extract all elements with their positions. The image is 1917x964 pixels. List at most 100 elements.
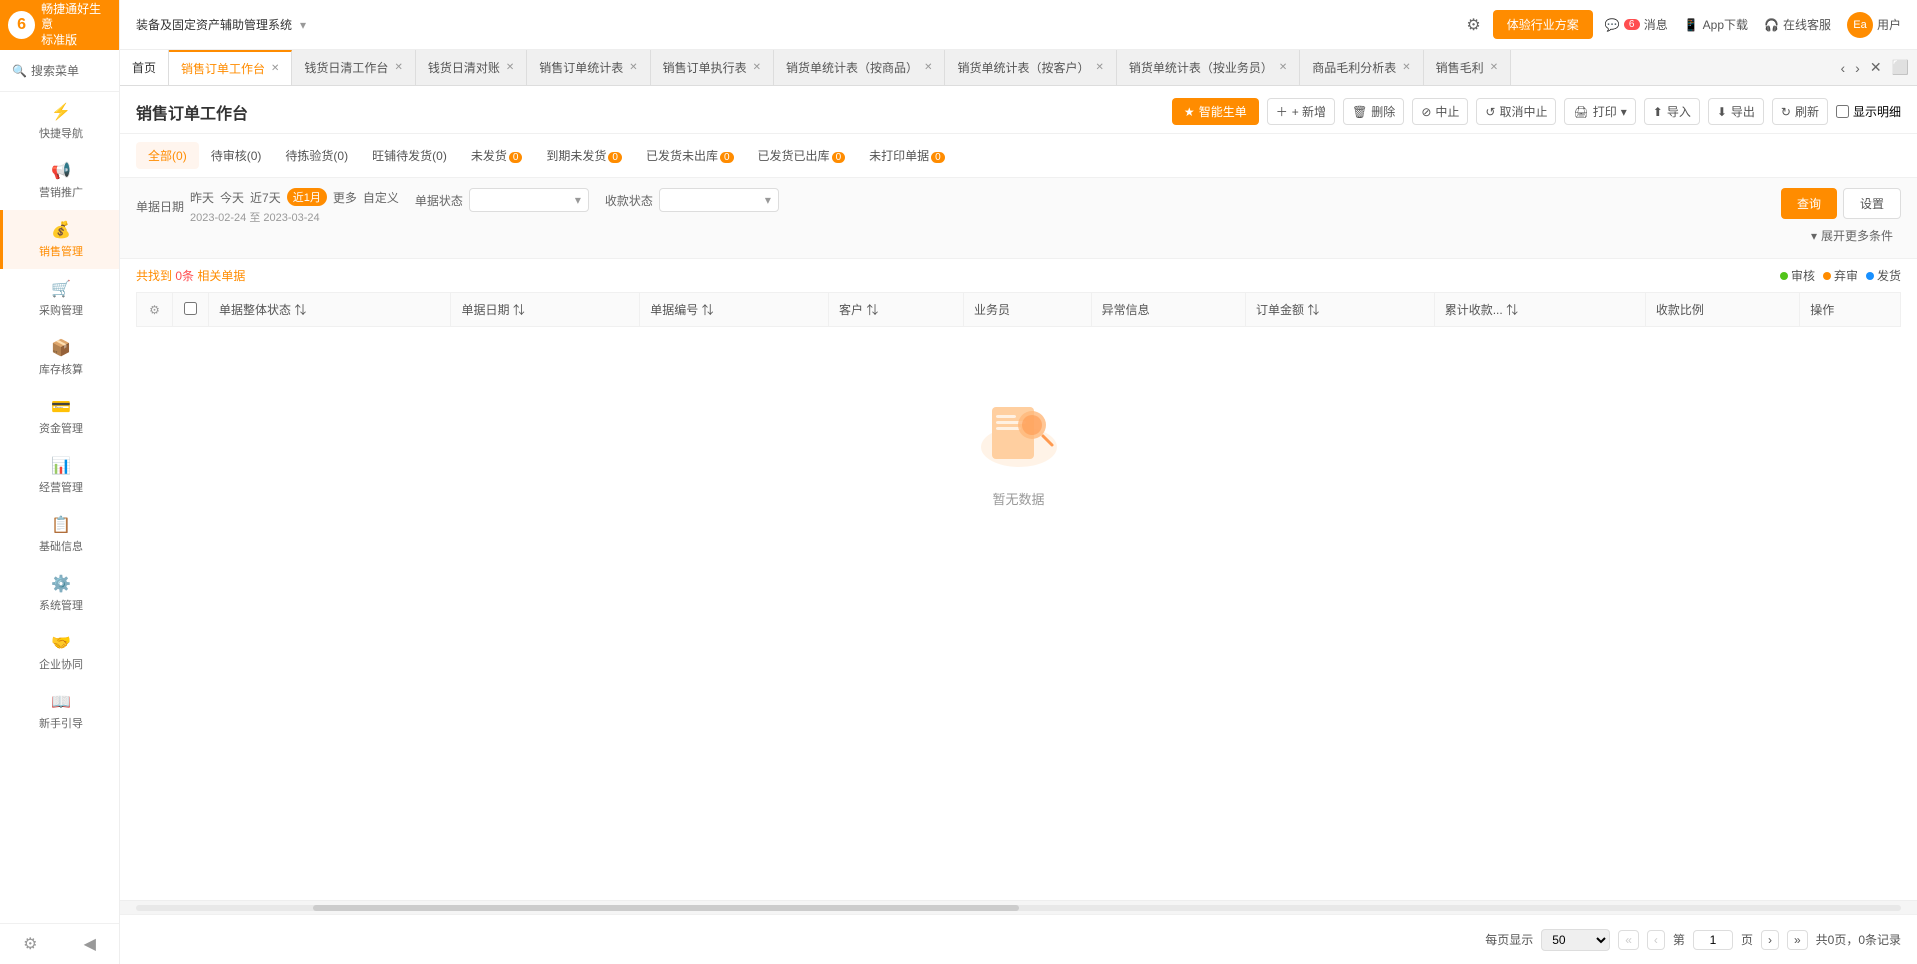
- query-button[interactable]: 查询: [1781, 188, 1837, 219]
- sidebar-item-marketing[interactable]: 📢 营销推广: [0, 151, 119, 210]
- tab-close-sales-workbench[interactable]: ✕: [271, 63, 279, 74]
- filter-status-select[interactable]: [469, 188, 589, 212]
- tab-cash-daily[interactable]: 钱货日清工作台 ✕: [292, 50, 415, 85]
- tab-close-all[interactable]: ✕: [1866, 57, 1886, 78]
- tab-sales-product-stats[interactable]: 销货单统计表（按商品） ✕: [774, 50, 945, 85]
- operations-icon: 📊: [51, 456, 71, 476]
- tab-close-cash-daily[interactable]: ✕: [394, 62, 402, 73]
- sidebar-item-quick-nav[interactable]: ⚡ 快捷导航: [0, 92, 119, 151]
- show-detail-checkbox[interactable]: [1836, 105, 1849, 118]
- tab-close-sales-exec[interactable]: ✕: [753, 62, 761, 73]
- sub-tab-not-shipped[interactable]: 未发货0: [459, 142, 535, 169]
- sidebar-item-inventory[interactable]: 📦 库存核算: [0, 328, 119, 387]
- system-title-arrow[interactable]: ▾: [300, 18, 306, 32]
- sidebar-item-purchase[interactable]: 🛒 采购管理: [0, 269, 119, 328]
- tab-cash-reconcile[interactable]: 钱货日清对账 ✕: [416, 50, 527, 85]
- sidebar-item-finance[interactable]: 💳 资金管理: [0, 387, 119, 446]
- page-input[interactable]: [1693, 930, 1733, 950]
- print-button[interactable]: 🖨 打印 ▾: [1564, 98, 1635, 125]
- tab-close-sales-product[interactable]: ✕: [924, 62, 932, 73]
- tab-sales-exec[interactable]: 销售订单执行表 ✕: [651, 50, 774, 85]
- trial-button[interactable]: 体验行业方案: [1493, 10, 1593, 39]
- filter-date-yesterday[interactable]: 昨天: [190, 189, 214, 206]
- sub-tab-wangpu-pending[interactable]: 旺铺待发货(0): [360, 142, 459, 169]
- message-button[interactable]: 💬 6 消息: [1605, 16, 1668, 33]
- show-detail-label[interactable]: 显示明细: [1836, 103, 1901, 120]
- smart-create-button[interactable]: ★ 智能生单: [1172, 98, 1259, 125]
- set-button[interactable]: 设置: [1843, 188, 1901, 219]
- sidebar-item-operations[interactable]: 📊 经营管理: [0, 446, 119, 505]
- ship-action[interactable]: 发货: [1866, 267, 1901, 284]
- tab-close-cash-reconcile[interactable]: ✕: [506, 62, 514, 73]
- sub-tab-not-printed[interactable]: 未打印单据0: [857, 142, 957, 169]
- filter-payment-select[interactable]: [659, 188, 779, 212]
- sub-tab-shipped-not-warehoused[interactable]: 已发货未出库0: [634, 142, 746, 169]
- sub-tab-all[interactable]: 全部(0): [136, 142, 199, 169]
- import-button[interactable]: ⬆ 导入: [1644, 98, 1700, 125]
- tab-gross-profit[interactable]: 商品毛利分析表 ✕: [1300, 50, 1423, 85]
- scrollbar-thumb[interactable]: [313, 905, 1019, 911]
- sidebar-item-system[interactable]: ⚙️ 系统管理: [0, 564, 119, 623]
- col-check-header[interactable]: [173, 293, 209, 327]
- cancel-audit-action[interactable]: 弃审: [1823, 267, 1858, 284]
- export-button[interactable]: ⬇ 导出: [1708, 98, 1764, 125]
- per-page-select[interactable]: 10 20 50 100: [1541, 929, 1610, 951]
- app-download-button[interactable]: 📱 App下载: [1684, 16, 1748, 33]
- sub-tab-pending-review[interactable]: 待审核(0): [199, 142, 274, 169]
- col-date-header[interactable]: 单据日期 ⇅: [451, 293, 640, 327]
- first-page-button[interactable]: «: [1618, 930, 1639, 950]
- next-page-button[interactable]: ›: [1761, 930, 1779, 950]
- tab-close-sales-staff[interactable]: ✕: [1279, 62, 1287, 73]
- tab-sales-workbench[interactable]: 销售订单工作台 ✕: [169, 50, 292, 85]
- filter-date-custom[interactable]: 自定义: [363, 189, 399, 206]
- user-menu[interactable]: Ea 用户: [1847, 12, 1901, 38]
- sidebar-item-guide[interactable]: 📖 新手引导: [0, 682, 119, 741]
- topbar-settings-icon[interactable]: ⚙: [1466, 15, 1480, 35]
- tab-restore[interactable]: ⬜: [1888, 57, 1913, 78]
- delete-button[interactable]: 🗑 删除: [1343, 98, 1404, 125]
- tab-sales-staff-stats[interactable]: 销货单统计表（按业务员） ✕: [1117, 50, 1300, 85]
- select-all-checkbox[interactable]: [184, 302, 197, 315]
- tab-close-sales-gross[interactable]: ✕: [1490, 62, 1498, 73]
- audit-action[interactable]: 审核: [1780, 267, 1815, 284]
- col-amount-header[interactable]: 订单金额 ⇅: [1245, 293, 1434, 327]
- tab-sales-customer-stats[interactable]: 销货单统计表（按客户） ✕: [945, 50, 1116, 85]
- search-menu-button[interactable]: 🔍 搜索菜单: [6, 58, 113, 83]
- horizontal-scrollbar[interactable]: [120, 900, 1917, 914]
- logo-icon: 6: [8, 11, 35, 39]
- sidebar-settings-button[interactable]: ⚙: [23, 934, 37, 954]
- col-status-header[interactable]: 单据整体状态 ⇅: [209, 293, 451, 327]
- sidebar-item-enterprise[interactable]: 🤝 企业协同: [0, 623, 119, 682]
- col-received-header[interactable]: 累计收款... ⇅: [1434, 293, 1645, 327]
- tab-scroll-prev[interactable]: ‹: [1836, 58, 1849, 78]
- sidebar-item-base-info[interactable]: 📋 基础信息: [0, 505, 119, 564]
- add-button[interactable]: ＋ + 新增: [1267, 98, 1335, 125]
- sub-tab-pending-inspect[interactable]: 待拣验货(0): [273, 142, 360, 169]
- sidebar-item-sales[interactable]: 💰 销售管理: [0, 210, 119, 269]
- tab-sales-stats[interactable]: 销售订单统计表 ✕: [527, 50, 650, 85]
- tab-close-sales-customer[interactable]: ✕: [1095, 62, 1103, 73]
- sub-tab-shipped-warehoused[interactable]: 已发货已出库0: [746, 142, 858, 169]
- tab-close-gross-profit[interactable]: ✕: [1402, 62, 1410, 73]
- expand-filter-button[interactable]: ▾ 展开更多条件: [1803, 223, 1901, 248]
- sub-tab-overdue[interactable]: 到期未发货0: [534, 142, 634, 169]
- filter-date-1month[interactable]: 近1月: [287, 188, 327, 206]
- col-number-header[interactable]: 单据编号 ⇅: [640, 293, 829, 327]
- tab-home[interactable]: 首页: [120, 50, 169, 85]
- tab-scroll-next[interactable]: ›: [1851, 58, 1864, 78]
- stop-button[interactable]: ⊘ 中止: [1412, 98, 1468, 125]
- tab-close-sales-stats[interactable]: ✕: [629, 62, 637, 73]
- online-service-button[interactable]: 🎧 在线客服: [1764, 16, 1831, 33]
- refresh-button[interactable]: ↻ 刷新: [1772, 98, 1828, 125]
- sort-icon: ⇅: [513, 303, 525, 317]
- filter-date-7days[interactable]: 近7天: [250, 189, 281, 206]
- cancel-stop-button[interactable]: ↺ 取消中止: [1476, 98, 1556, 125]
- filter-date-today[interactable]: 今天: [220, 189, 244, 206]
- prev-page-button[interactable]: ‹: [1647, 930, 1665, 950]
- col-customer-header[interactable]: 客户 ⇅: [828, 293, 963, 327]
- last-page-button[interactable]: »: [1787, 930, 1808, 950]
- col-settings-header[interactable]: ⚙: [137, 293, 173, 327]
- tab-sales-gross[interactable]: 销售毛利 ✕: [1424, 50, 1511, 85]
- sidebar-collapse-button[interactable]: ◀: [84, 934, 96, 954]
- filter-date-more[interactable]: 更多: [333, 189, 357, 206]
